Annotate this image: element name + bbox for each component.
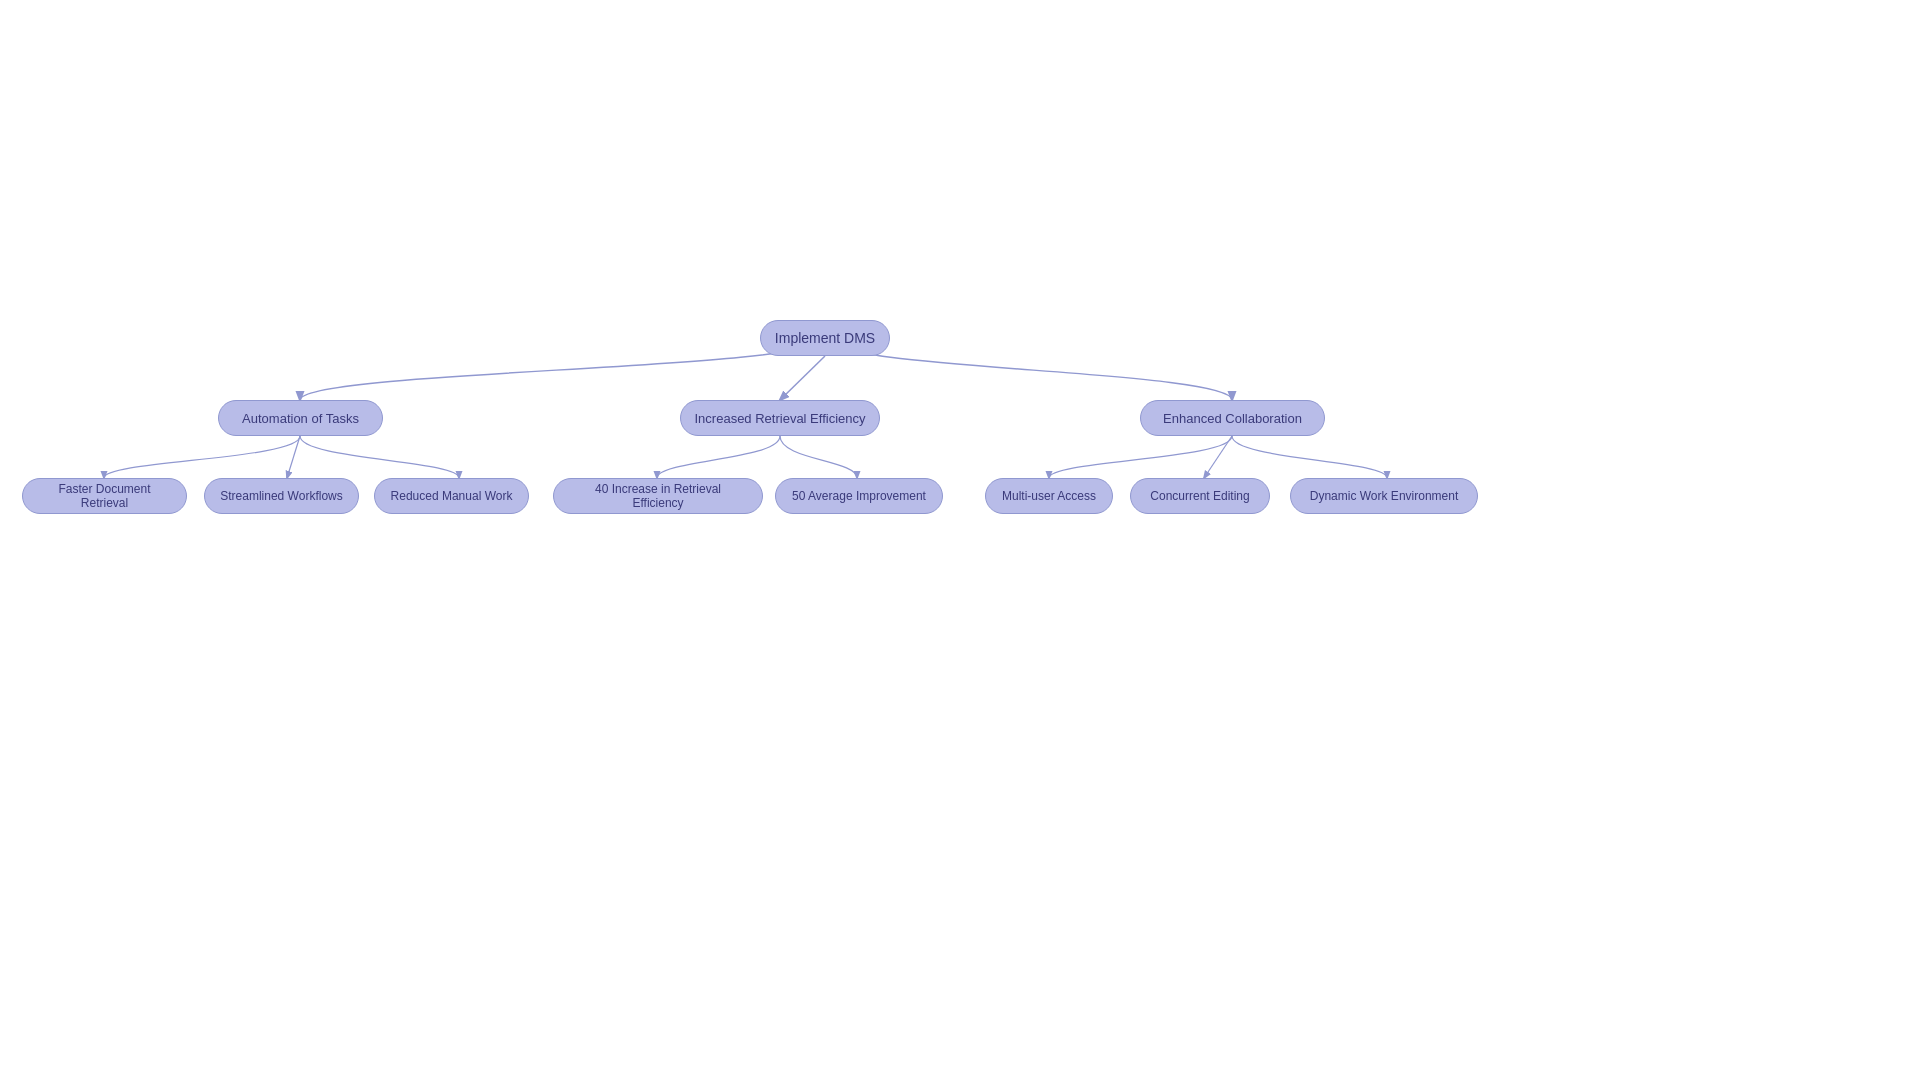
node-implement-dms[interactable]: Implement DMS — [760, 320, 890, 356]
connections-svg — [0, 0, 1920, 1083]
node-automation[interactable]: Automation of Tasks — [218, 400, 383, 436]
node-collaboration[interactable]: Enhanced Collaboration — [1140, 400, 1325, 436]
diagram-container: Implement DMS Automation of Tasks Increa… — [0, 0, 1920, 1083]
node-multi-user[interactable]: Multi-user Access — [985, 478, 1113, 514]
node-dynamic[interactable]: Dynamic Work Environment — [1290, 478, 1478, 514]
node-forty-increase[interactable]: 40 Increase in Retrieval Efficiency — [553, 478, 763, 514]
node-streamlined[interactable]: Streamlined Workflows — [204, 478, 359, 514]
node-concurrent[interactable]: Concurrent Editing — [1130, 478, 1270, 514]
node-reduced[interactable]: Reduced Manual Work — [374, 478, 529, 514]
node-fifty-average[interactable]: 50 Average Improvement — [775, 478, 943, 514]
node-faster-doc[interactable]: Faster Document Retrieval — [22, 478, 187, 514]
node-retrieval[interactable]: Increased Retrieval Efficiency — [680, 400, 880, 436]
